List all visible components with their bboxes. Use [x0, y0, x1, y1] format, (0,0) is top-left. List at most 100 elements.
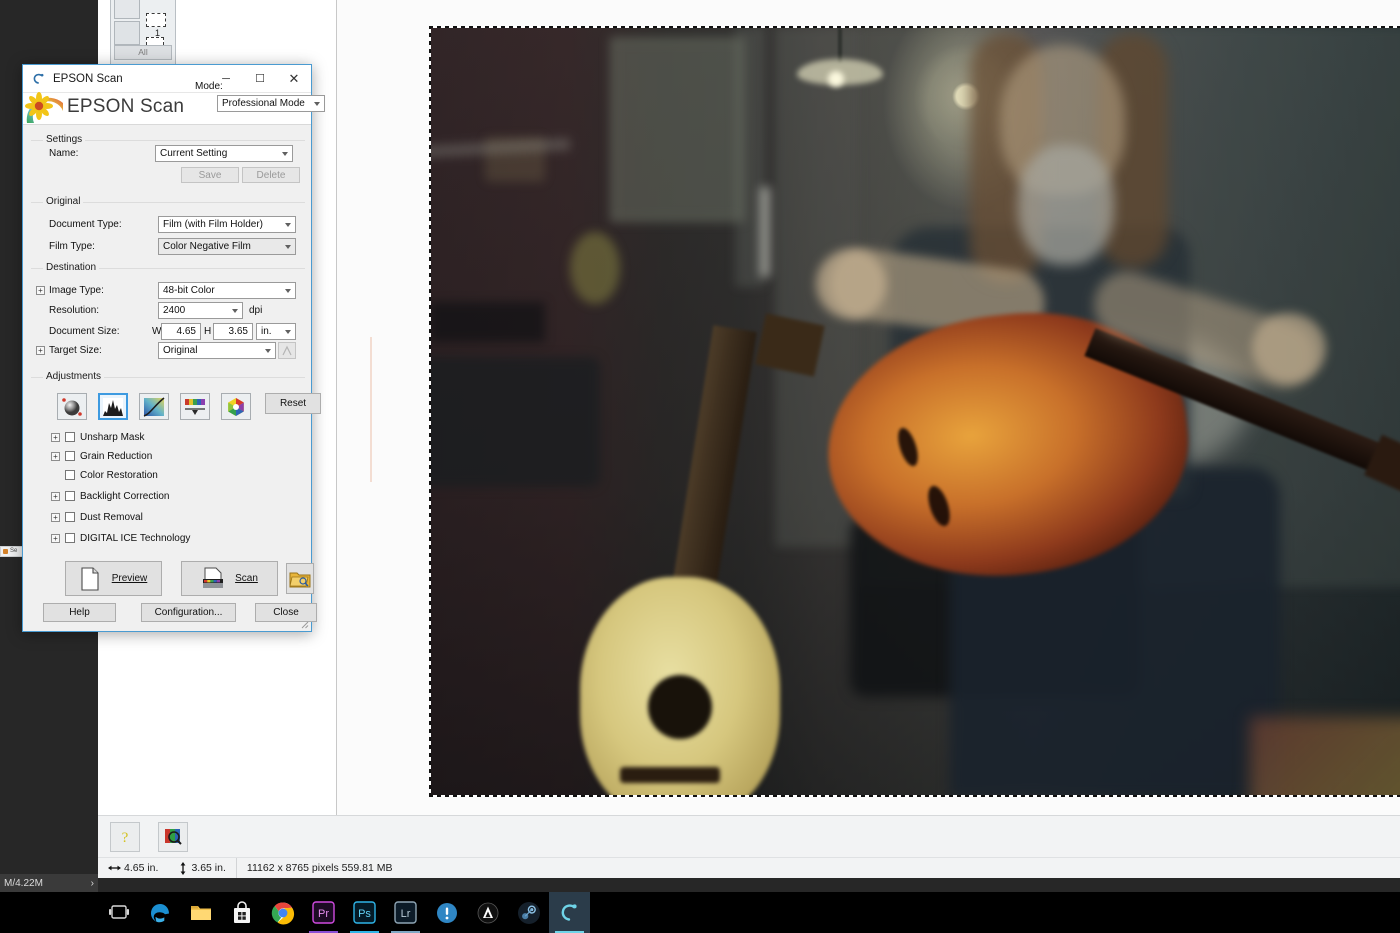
taskbar-item-acronis[interactable]	[467, 892, 508, 933]
preview-marquee-count: 1	[155, 28, 161, 38]
document-size-unit-select[interactable]: in.	[256, 323, 296, 340]
width-arrow-icon	[108, 865, 121, 871]
preview-normal-view-button[interactable]	[114, 21, 140, 45]
scan-preview-image[interactable]	[430, 27, 1400, 796]
status-width: 4.65 in.	[98, 858, 168, 878]
preview-button[interactable]: Preview	[65, 561, 162, 596]
scan-destination-folder-button[interactable]	[286, 563, 314, 594]
dialog-resize-grip[interactable]	[298, 618, 309, 629]
image-adjustment-button[interactable]	[180, 393, 210, 420]
image-type-expand-toggle[interactable]: +	[36, 286, 45, 295]
epson-brand-text: EPSON Scan	[67, 96, 185, 117]
scanner-icon	[203, 567, 224, 588]
auto-exposure-icon	[62, 397, 82, 416]
epson-scan-dialog[interactable]: EPSON Scan ─ ☐ ✕ EPSON Scan Mode: Profes…	[22, 64, 325, 632]
tone-correction-button[interactable]	[139, 393, 169, 420]
original-group: Original Document Type: Film (with Film …	[31, 195, 305, 257]
scan-button[interactable]: Scan	[181, 561, 278, 596]
settings-name-value: Current Setting	[160, 148, 228, 159]
auto-exposure-button[interactable]	[57, 393, 87, 420]
unsharp-mask-expand-toggle[interactable]: +	[51, 433, 60, 442]
destination-group-title: Destination	[43, 262, 100, 273]
settings-group-title: Settings	[43, 134, 86, 145]
zoom-preview-button[interactable]	[158, 822, 188, 852]
taskbar-item-adobe-photoshop[interactable]: Ps	[344, 892, 385, 933]
photo-acoustic-guitar-headstock	[755, 313, 825, 377]
grain-reduction-checkbox[interactable]	[65, 451, 75, 461]
digital-ice-expand-toggle[interactable]: +	[51, 534, 60, 543]
resolution-select[interactable]: 2400	[158, 302, 243, 319]
grain-reduction-expand-toggle[interactable]: +	[51, 452, 60, 461]
svg-text:Lr: Lr	[401, 908, 411, 920]
document-type-select[interactable]: Film (with Film Holder)	[158, 216, 296, 233]
memory-status-strip: M/4.22M ›	[0, 874, 98, 892]
target-size-orientation-button[interactable]	[278, 342, 296, 359]
taskbar-item-steam[interactable]	[508, 892, 549, 933]
chevron-down-icon	[282, 151, 288, 156]
backlight-correction-label: Backlight Correction	[80, 491, 170, 502]
settings-group: Settings Name: Current Setting Save Dele…	[31, 133, 305, 183]
taskbar-item-file-explorer[interactable]	[180, 892, 221, 933]
color-restoration-checkbox[interactable]	[65, 470, 75, 480]
help-button[interactable]: ?	[110, 822, 140, 852]
mode-select[interactable]: Professional Mode	[217, 95, 325, 112]
host-status-bar: 4.65 in. 3.65 in. 11162 x 8765 pixels 55…	[98, 857, 1400, 878]
taskbar-item-info-badge[interactable]	[426, 892, 467, 933]
document-height-input[interactable]: 3.65	[213, 323, 253, 340]
windows-taskbar[interactable]: Pr Ps Lr	[0, 892, 1400, 933]
backlight-correction-checkbox[interactable]	[65, 491, 75, 501]
target-size-expand-toggle[interactable]: +	[36, 346, 45, 355]
reset-adjustments-button[interactable]: Reset	[265, 393, 321, 414]
taskbar-item-task-view[interactable]	[98, 892, 139, 933]
save-settings-button[interactable]: Save	[181, 167, 239, 183]
delete-settings-button[interactable]: Delete	[242, 167, 300, 183]
preview-zoom-button[interactable]	[114, 0, 140, 19]
taskbar-item-epson-scan[interactable]	[549, 892, 590, 933]
digital-ice-checkbox[interactable]	[65, 533, 75, 543]
photo-picture-frame	[610, 37, 745, 222]
task-view-icon	[108, 904, 129, 919]
histogram-adjustment-icon	[103, 397, 123, 416]
backlight-correction-expand-toggle[interactable]: +	[51, 492, 60, 501]
unsharp-mask-checkbox[interactable]	[65, 432, 75, 442]
target-size-select[interactable]: Original	[158, 342, 276, 359]
taskbar-item-google-chrome[interactable]	[262, 892, 303, 933]
image-type-label: Image Type:	[49, 285, 104, 296]
dialog-titlebar[interactable]: EPSON Scan ─ ☐ ✕	[23, 65, 311, 93]
photo-window-blind	[760, 187, 770, 277]
memory-expand-caret[interactable]: ›	[91, 878, 94, 889]
preview-all-button[interactable]: All	[114, 45, 172, 60]
film-type-select[interactable]: Color Negative Film	[158, 238, 296, 255]
close-button[interactable]: ✕	[277, 65, 311, 93]
document-size-unit-value: in.	[261, 326, 272, 337]
color-palette-button[interactable]	[221, 393, 251, 420]
dust-removal-checkbox[interactable]	[65, 512, 75, 522]
svg-text:Pr: Pr	[318, 908, 329, 920]
photo-sofa	[430, 357, 600, 487]
target-size-value: Original	[163, 345, 198, 356]
mini-tab-icon	[3, 549, 8, 554]
help-dialog-button[interactable]: Help	[43, 603, 116, 622]
google-chrome-icon	[271, 901, 294, 924]
taskbar-item-adobe-premiere[interactable]: Pr	[303, 892, 344, 933]
document-type-label: Document Type:	[49, 219, 122, 230]
configuration-button[interactable]: Configuration...	[141, 603, 236, 622]
document-width-input[interactable]: 4.65	[161, 323, 201, 340]
settings-name-select[interactable]: Current Setting	[155, 145, 293, 162]
adobe-premiere-icon: Pr	[312, 901, 335, 924]
file-explorer-icon	[190, 905, 211, 920]
status-pixels: 11162 x 8765 pixels 559.81 MB	[237, 858, 403, 878]
taskbar-item-adobe-lightroom[interactable]: Lr	[385, 892, 426, 933]
maximize-button[interactable]: ☐	[243, 65, 277, 93]
histogram-adjustment-button[interactable]	[98, 393, 128, 420]
status-height: 3.65 in.	[168, 858, 235, 878]
preview-page-icon	[81, 566, 99, 591]
host-bottom-toolbar: ?	[98, 815, 1400, 857]
mode-label: Mode:	[195, 81, 223, 92]
taskbar-item-microsoft-store[interactable]	[221, 892, 262, 933]
preview-button-label: Preview	[111, 573, 148, 584]
taskbar-item-microsoft-edge[interactable]	[139, 892, 180, 933]
dust-removal-expand-toggle[interactable]: +	[51, 513, 60, 522]
image-type-select[interactable]: 48-bit Color	[158, 282, 296, 299]
image-adjustment-icon	[185, 398, 205, 415]
